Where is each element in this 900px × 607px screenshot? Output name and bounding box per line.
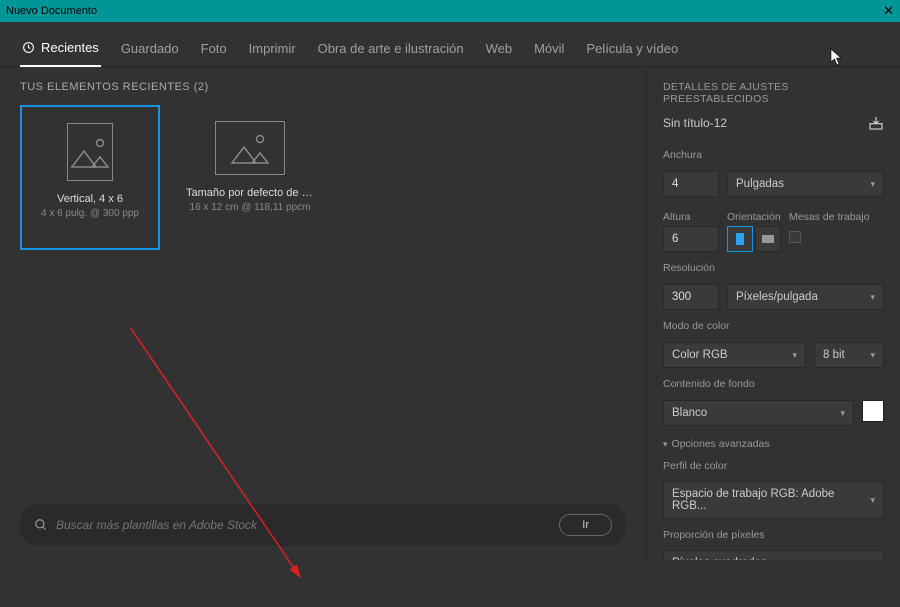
resolution-unit-select[interactable]: Píxeles/pulgada▾ [727, 284, 884, 310]
tab-pelicula-video[interactable]: Película y vídeo [584, 34, 680, 66]
chevron-down-icon: ▾ [840, 408, 845, 419]
tab-movil[interactable]: Móvil [532, 34, 566, 66]
color-mode-label: Modo de color [663, 320, 884, 332]
tab-imprimir[interactable]: Imprimir [247, 34, 298, 66]
color-profile-select[interactable]: Espacio de trabajo RGB: Adobe RGB...▾ [663, 481, 884, 519]
go-button[interactable]: Ir [559, 514, 612, 536]
left-panel: TUS ELEMENTOS RECIENTES (2) Vertical, 4 … [0, 67, 647, 560]
stock-search-bar: Ir [20, 504, 626, 546]
artboards-label: Mesas de trabajo [789, 211, 870, 223]
pixel-aspect-label: Proporción de píxeles [663, 529, 884, 541]
bit-depth-select[interactable]: 8 bit▾ [814, 342, 884, 368]
chevron-down-icon: ▾ [870, 179, 875, 190]
image-icon [230, 131, 270, 165]
preset-vertical-4x6[interactable]: Vertical, 4 x 6 4 x 6 pulg. @ 300 ppp [20, 105, 160, 250]
color-profile-label: Perfil de color [663, 460, 884, 472]
orientation-landscape-button[interactable] [755, 226, 781, 252]
chevron-down-icon: ▾ [792, 350, 797, 361]
preset-grid: Vertical, 4 x 6 4 x 6 pulg. @ 300 ppp Ta… [20, 105, 626, 250]
save-preset-icon[interactable] [868, 115, 884, 131]
tab-web[interactable]: Web [484, 34, 515, 66]
preset-name: Vertical, 4 x 6 [57, 193, 123, 205]
category-tabs: Recientes Guardado Foto Imprimir Obra de… [0, 22, 900, 67]
orientation-portrait-button[interactable] [727, 226, 753, 252]
preset-thumbnail [67, 123, 113, 181]
chevron-down-icon: ▾ [870, 292, 875, 303]
window-title: Nuevo Documento [6, 5, 97, 17]
tab-recientes[interactable]: Recientes [20, 34, 101, 67]
artboards-checkbox[interactable] [789, 231, 801, 243]
height-label: Altura [663, 211, 719, 223]
search-icon [34, 518, 48, 532]
tab-obra-arte[interactable]: Obra de arte e ilustración [316, 34, 466, 66]
preset-details-panel: DETALLES DE AJUSTES PREESTABLECIDOS Sin … [647, 67, 900, 560]
stock-search-input[interactable] [56, 518, 551, 532]
preset-meta: 16 x 12 cm @ 118,11 ppcm [190, 202, 311, 213]
preset-default-photoshop[interactable]: Tamaño por defecto de Ph... 16 x 12 cm @… [180, 105, 320, 250]
background-label: Contenido de fondo [663, 378, 884, 390]
recent-items-heading: TUS ELEMENTOS RECIENTES (2) [20, 81, 626, 93]
titlebar: Nuevo Documento ✕ [0, 0, 900, 22]
color-mode-select[interactable]: Color RGB▾ [663, 342, 806, 368]
unit-select[interactable]: Pulgadas▾ [727, 171, 884, 197]
annotation-arrow [130, 327, 330, 607]
background-color-swatch[interactable] [862, 400, 884, 422]
preset-name: Tamaño por defecto de Ph... [186, 187, 314, 199]
advanced-options-toggle[interactable]: ▾Opciones avanzadas [663, 438, 884, 450]
chevron-down-icon: ▾ [870, 495, 875, 506]
image-icon [70, 135, 110, 169]
tab-foto[interactable]: Foto [199, 34, 229, 66]
preset-thumbnail [215, 121, 285, 175]
background-select[interactable]: Blanco▾ [663, 400, 854, 426]
details-header: DETALLES DE AJUSTES PREESTABLECIDOS [663, 81, 884, 105]
clock-icon [22, 41, 35, 54]
tab-guardado[interactable]: Guardado [119, 34, 181, 66]
preset-meta: 4 x 6 pulg. @ 300 ppp [41, 208, 139, 219]
close-window-icon[interactable]: ✕ [883, 3, 894, 19]
chevron-down-icon: ▾ [870, 350, 875, 361]
resolution-input[interactable]: 300 [663, 284, 719, 310]
resolution-label: Resolución [663, 262, 884, 274]
height-input[interactable]: 6 [663, 226, 719, 252]
document-name-input[interactable]: Sin título-12 [663, 116, 862, 130]
chevron-down-icon: ▾ [663, 439, 668, 450]
width-input[interactable]: 4 [663, 171, 719, 197]
orientation-label: Orientación [727, 211, 781, 223]
width-label: Anchura [663, 149, 884, 161]
